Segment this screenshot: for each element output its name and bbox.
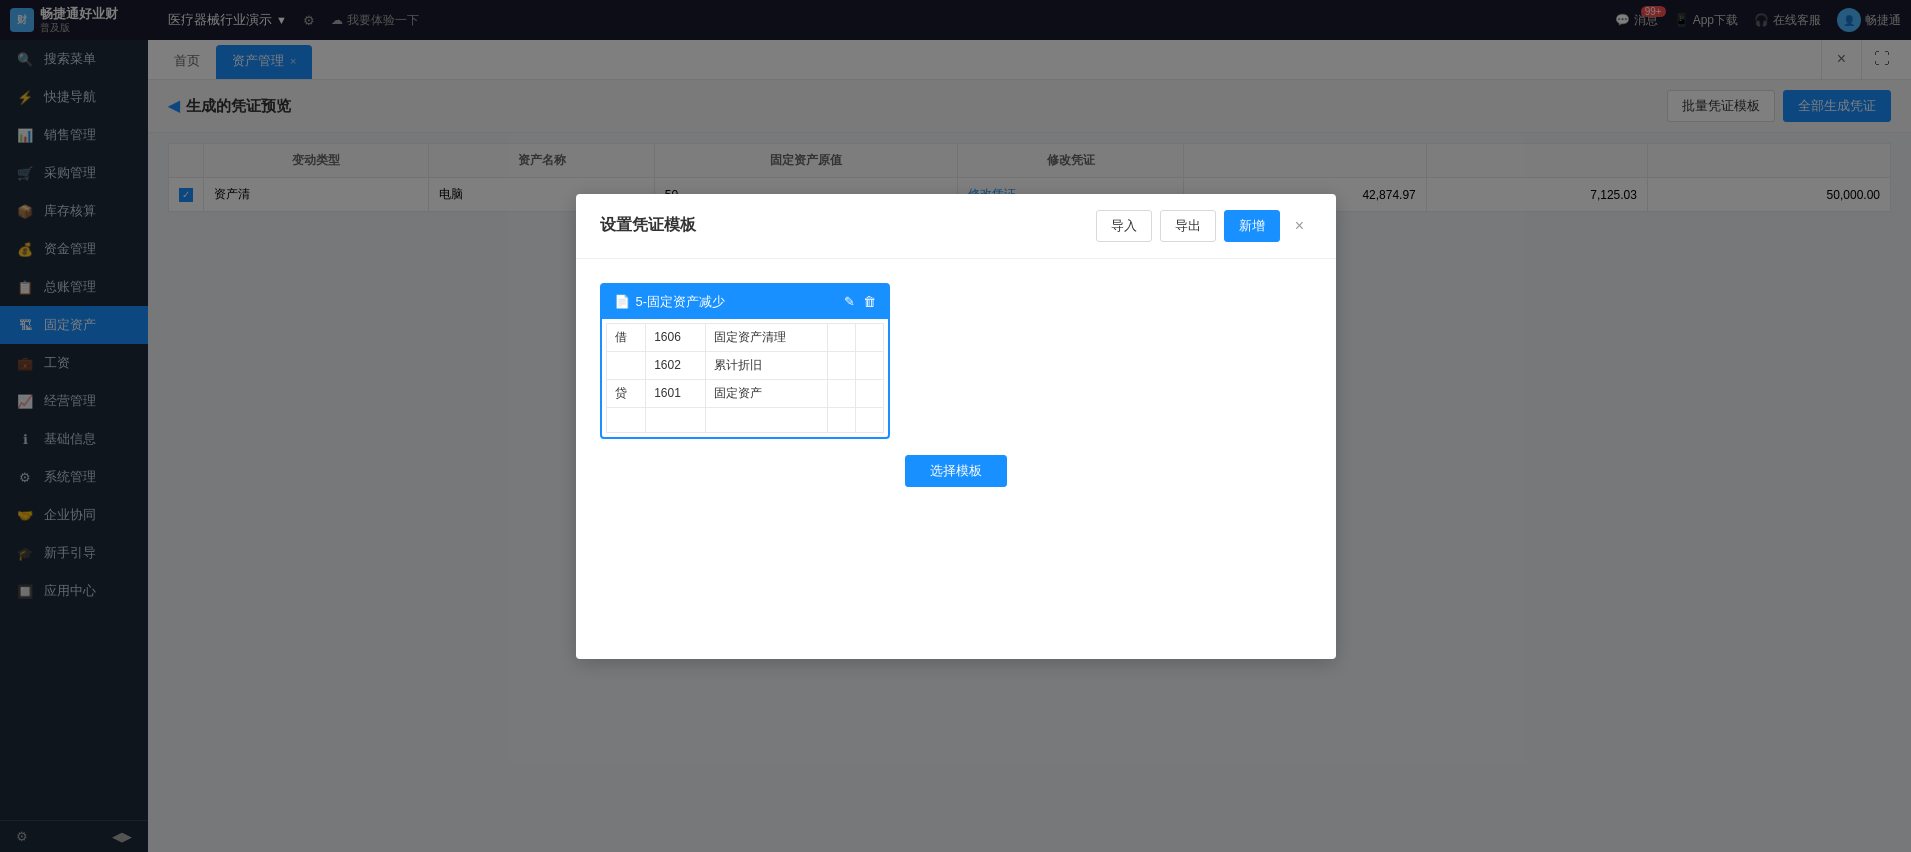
entry-name-0: 固定资产清理 xyxy=(706,323,828,351)
entry-name-1: 累计折旧 xyxy=(706,351,828,379)
entry-credit-1 xyxy=(855,351,883,379)
entry-type-0: 借 xyxy=(606,323,646,351)
template-entry-0: 借 1606 固定资产清理 xyxy=(606,323,883,351)
template-entry-1: 1602 累计折旧 xyxy=(606,351,883,379)
template-entry-2: 贷 1601 固定资产 xyxy=(606,379,883,407)
template-card: 📄 5-固定资产减少 ✎ 🗑 借 xyxy=(600,283,890,439)
entry-credit-2 xyxy=(855,379,883,407)
entry-debit-2 xyxy=(827,379,855,407)
entry-type-2: 贷 xyxy=(606,379,646,407)
select-template-area: 选择模板 xyxy=(600,455,1312,487)
entry-code-3 xyxy=(646,407,706,432)
template-card-body: 借 1606 固定资产清理 1602 累计折旧 xyxy=(602,319,888,437)
export-btn[interactable]: 导出 xyxy=(1160,210,1216,242)
template-header-left: 📄 5-固定资产减少 xyxy=(614,293,726,311)
entry-name-2: 固定资产 xyxy=(706,379,828,407)
template-delete-icon[interactable]: 🗑 xyxy=(863,294,876,309)
entry-debit-0 xyxy=(827,323,855,351)
set-template-modal: 设置凭证模板 导入 导出 新增 × 📄 5-固定资产减少 xyxy=(576,194,1336,659)
entry-code-0: 1606 xyxy=(646,323,706,351)
entry-debit-3 xyxy=(827,407,855,432)
entry-credit-3 xyxy=(855,407,883,432)
entry-type-1 xyxy=(606,351,646,379)
template-doc-icon: 📄 xyxy=(614,294,630,309)
template-entry-3 xyxy=(606,407,883,432)
modal-body: 📄 5-固定资产减少 ✎ 🗑 借 xyxy=(576,259,1336,659)
entry-type-3 xyxy=(606,407,646,432)
template-entries-table: 借 1606 固定资产清理 1602 累计折旧 xyxy=(606,323,884,433)
template-edit-icon[interactable]: ✎ xyxy=(844,294,855,309)
modal-title: 设置凭证模板 xyxy=(600,215,696,236)
template-id-name: 5-固定资产减少 xyxy=(636,293,726,311)
select-template-btn[interactable]: 选择模板 xyxy=(905,455,1007,487)
modal-close-btn[interactable]: × xyxy=(1288,214,1312,238)
new-btn[interactable]: 新增 xyxy=(1224,210,1280,242)
modal-header: 设置凭证模板 导入 导出 新增 × xyxy=(576,194,1336,259)
entry-credit-0 xyxy=(855,323,883,351)
modal-header-actions: 导入 导出 新增 × xyxy=(1096,210,1312,242)
template-card-header: 📄 5-固定资产减少 ✎ 🗑 xyxy=(602,285,888,319)
modal-overlay: 设置凭证模板 导入 导出 新增 × 📄 5-固定资产减少 xyxy=(0,0,1911,852)
template-card-header-actions: ✎ 🗑 xyxy=(844,294,876,309)
import-btn[interactable]: 导入 xyxy=(1096,210,1152,242)
entry-code-1: 1602 xyxy=(646,351,706,379)
entry-code-2: 1601 xyxy=(646,379,706,407)
entry-name-3 xyxy=(706,407,828,432)
entry-debit-1 xyxy=(827,351,855,379)
